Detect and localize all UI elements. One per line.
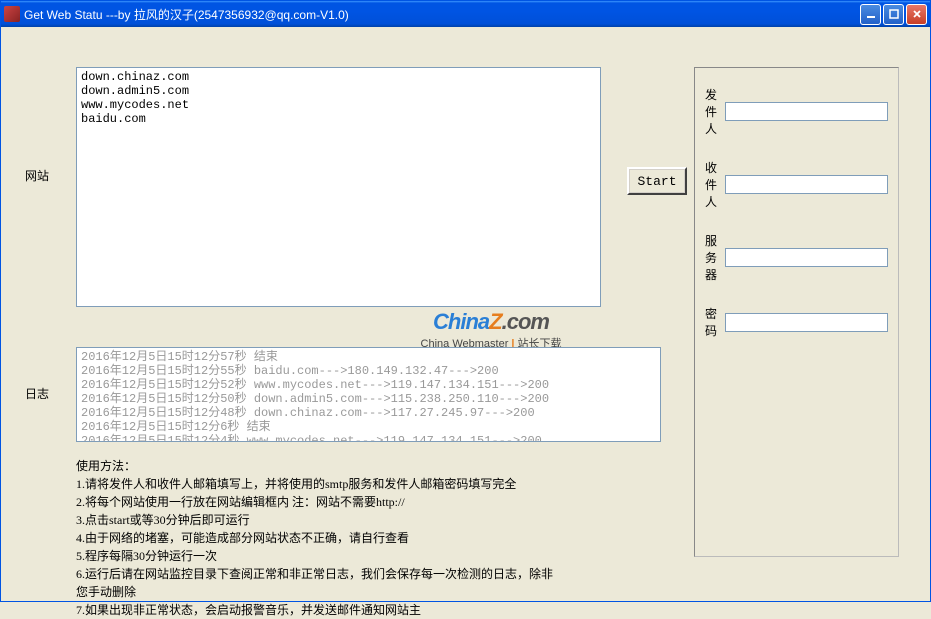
server-label: 服务器 [705,232,725,283]
watermark-brand: ChinaZ.com [371,309,611,335]
minimize-icon [865,8,877,20]
sender-label: 发件人 [705,86,725,137]
close-icon [911,8,923,20]
titlebar: Get Web Statu ---by 拉风的汉子(2547356932@qq.… [1,1,930,27]
receiver-row: 收件人 [705,159,888,210]
server-input[interactable] [725,248,888,267]
password-label: 密码 [705,305,725,339]
email-panel: 发件人 收件人 服务器 密码 [694,67,899,557]
maximize-icon [888,8,900,20]
instructions-text: 使用方法： 1.请将发件人和收件人邮箱填写上，并将使用的smtp服务和发件人邮箱… [76,457,553,619]
window-controls [860,4,927,25]
start-button[interactable]: Start [627,167,687,195]
minimize-button[interactable] [860,4,881,25]
close-button[interactable] [906,4,927,25]
maximize-button[interactable] [883,4,904,25]
receiver-label: 收件人 [705,159,725,210]
window-title: Get Web Statu ---by 拉风的汉子(2547356932@qq.… [24,6,860,23]
sender-input[interactable] [725,102,888,121]
server-row: 服务器 [705,232,888,283]
watermark: ChinaZ.com China Webmaster|站长下载 [371,309,611,351]
password-row: 密码 [705,305,888,339]
client-area: 网站 Start ChinaZ.com China Webmaster|站长下载… [1,27,930,601]
log-label: 日志 [25,385,49,402]
sender-row: 发件人 [705,86,888,137]
app-window: Get Web Statu ---by 拉风的汉子(2547356932@qq.… [0,0,931,602]
sites-input[interactable] [76,67,601,307]
log-output[interactable]: 2016年12月5日15时12分57秒 结束 2016年12月5日15时12分5… [76,347,661,442]
password-input[interactable] [725,313,888,332]
app-icon [4,6,20,22]
sites-label: 网站 [25,167,49,184]
receiver-input[interactable] [725,175,888,194]
